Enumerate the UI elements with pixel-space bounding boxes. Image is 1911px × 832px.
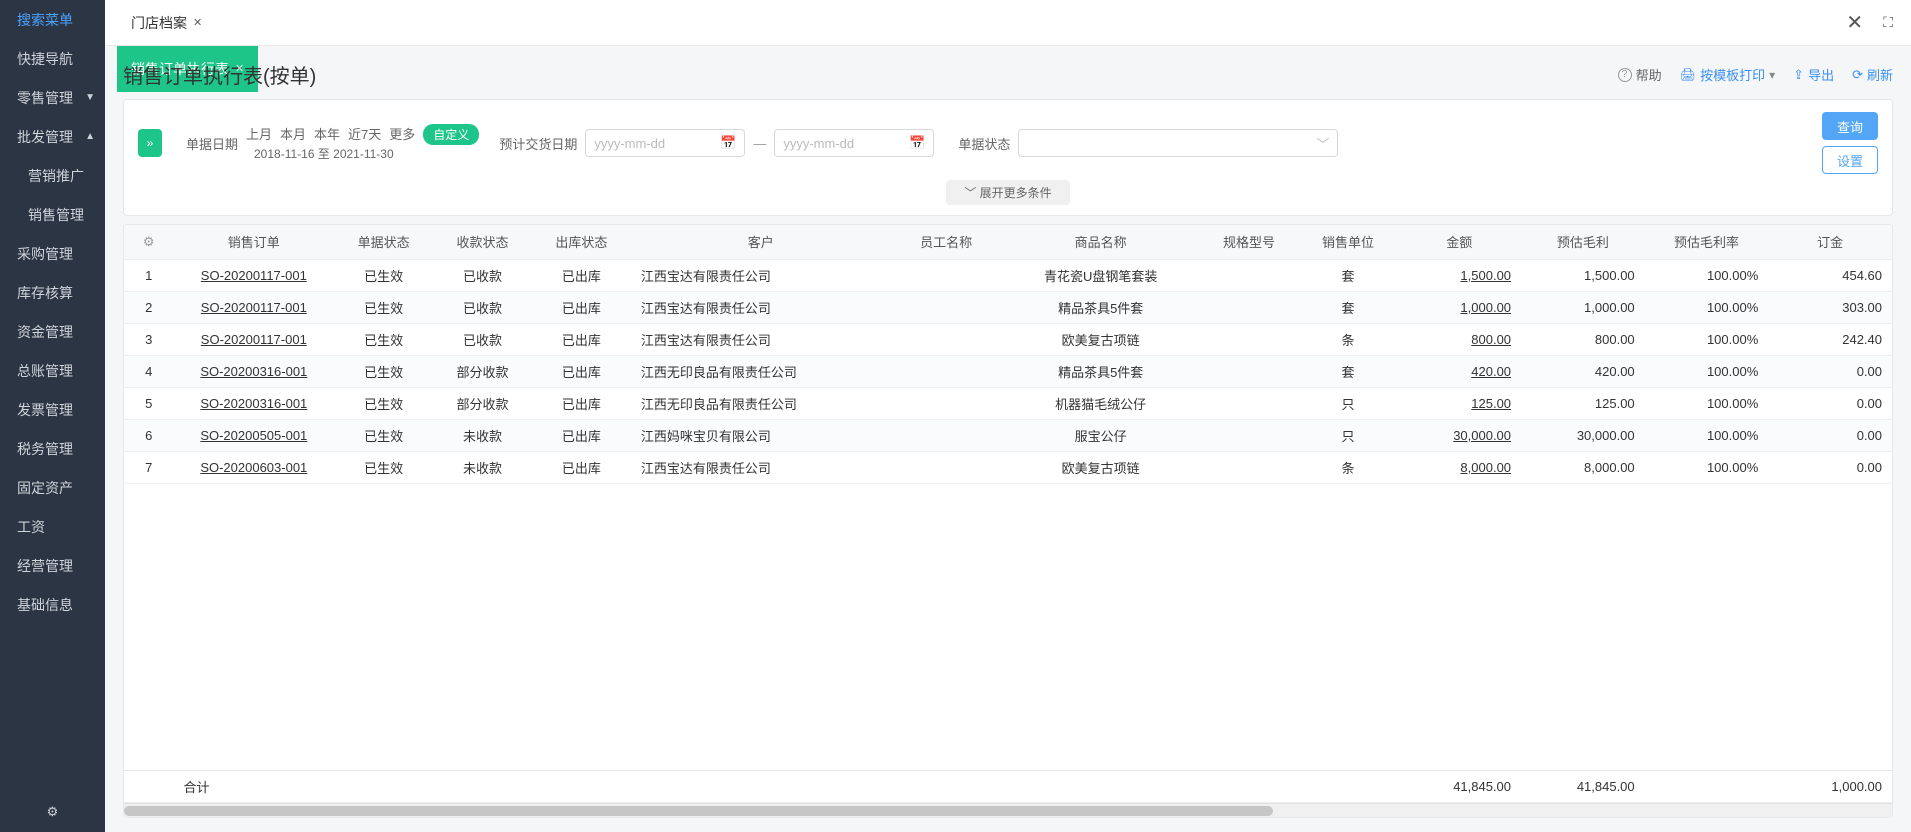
expand-more-conditions[interactable]: ﹀ 展开更多条件: [946, 180, 1069, 205]
sidebar-sub-item[interactable]: 营销推广: [0, 156, 105, 195]
amount-cell[interactable]: 30,000.00: [1397, 419, 1521, 451]
custom-date-badge[interactable]: 自定义: [423, 124, 479, 145]
close-icon[interactable]: ✕: [235, 62, 244, 75]
close-icon[interactable]: ✕: [193, 16, 202, 29]
caret-icon: ▲: [85, 131, 95, 142]
order-link[interactable]: SO-20200117-001: [173, 259, 334, 291]
filter-bar: » 单据日期 上月本月本年近7天更多自定义 2018-11-16 至 2021-…: [123, 99, 1893, 216]
fullscreen-icon[interactable]: ⛶: [1877, 14, 1899, 31]
column-header[interactable]: 销售单位: [1299, 225, 1398, 259]
column-header[interactable]: 销售订单: [173, 225, 334, 259]
date-quick-option[interactable]: 本年: [314, 124, 340, 145]
table-row[interactable]: 4SO-20200316-001已生效部分收款已出库江西无印良品有限责任公司精品…: [124, 355, 1892, 387]
amount-cell[interactable]: 8,000.00: [1397, 451, 1521, 483]
sidebar-item[interactable]: 发票管理: [0, 390, 105, 429]
calendar-icon: 📅: [909, 135, 925, 151]
date-range-text: 2018-11-16 至 2021-11-30: [254, 145, 479, 162]
amount-cell[interactable]: 800.00: [1397, 323, 1521, 355]
status-label: 单据状态: [954, 134, 1010, 153]
status-select[interactable]: ﹀: [1018, 129, 1338, 157]
help-action[interactable]: ?帮助: [1618, 65, 1662, 84]
order-link[interactable]: SO-20200603-001: [173, 451, 334, 483]
expect-date-label: 预计交货日期: [499, 134, 577, 153]
table-row[interactable]: 3SO-20200117-001已生效已收款已出库江西宝达有限责任公司欧美复古项…: [124, 323, 1892, 355]
refresh-action[interactable]: ⟳刷新: [1852, 65, 1893, 84]
sidebar-sub-item[interactable]: 销售管理: [0, 195, 105, 234]
settings-button[interactable]: 设置: [1822, 146, 1878, 174]
table-row[interactable]: 7SO-20200603-001已生效未收款已出库江西宝达有限责任公司欧美复古项…: [124, 451, 1892, 483]
amount-cell[interactable]: 1,000.00: [1397, 291, 1521, 323]
expect-date-to[interactable]: yyyy-mm-dd📅: [774, 129, 934, 157]
sidebar: 搜索菜单 快捷导航零售管理▼批发管理▲营销推广销售管理采购管理库存核算资金管理总…: [0, 0, 105, 832]
column-header[interactable]: ⚙: [124, 225, 173, 259]
sidebar-settings[interactable]: ⚙: [0, 792, 105, 832]
sidebar-item[interactable]: 批发管理▲: [0, 117, 105, 156]
sidebar-item[interactable]: 经营管理: [0, 546, 105, 585]
date-quick-option[interactable]: 本月: [280, 124, 306, 145]
order-link[interactable]: SO-20200316-001: [173, 355, 334, 387]
column-header[interactable]: 收款状态: [433, 225, 532, 259]
sidebar-item[interactable]: 资金管理: [0, 312, 105, 351]
date-quick-option[interactable]: 上月: [246, 124, 272, 145]
amount-cell[interactable]: 420.00: [1397, 355, 1521, 387]
export-action[interactable]: ⇪导出: [1793, 65, 1834, 84]
query-button[interactable]: 查询: [1822, 112, 1878, 140]
close-all-tabs[interactable]: ✕: [1840, 10, 1869, 35]
date-quick-option[interactable]: 近7天: [348, 124, 381, 145]
caret-icon: ▼: [85, 92, 95, 103]
column-header[interactable]: 金额: [1397, 225, 1521, 259]
sidebar-item[interactable]: 基础信息: [0, 585, 105, 624]
collapse-filters[interactable]: »: [138, 129, 162, 157]
print-action[interactable]: 🖨按模板打印▾: [1680, 65, 1776, 84]
column-header[interactable]: 规格型号: [1200, 225, 1299, 259]
order-link[interactable]: SO-20200117-001: [173, 291, 334, 323]
gear-icon: ⚙: [47, 804, 59, 820]
tab[interactable]: 门店档案✕: [117, 0, 258, 46]
order-link[interactable]: SO-20200117-001: [173, 323, 334, 355]
sidebar-item[interactable]: 采购管理: [0, 234, 105, 273]
calendar-icon: 📅: [720, 135, 736, 151]
export-icon: ⇪: [1793, 67, 1804, 83]
page-title: 销售订单执行表(按单): [123, 60, 316, 89]
chevron-down-icon: ﹀: [964, 186, 979, 200]
help-icon: ?: [1618, 68, 1632, 82]
order-link[interactable]: SO-20200505-001: [173, 419, 334, 451]
horizontal-scrollbar[interactable]: [124, 803, 1892, 817]
print-icon: 🖨: [1680, 67, 1697, 83]
gear-icon[interactable]: ⚙: [143, 234, 155, 249]
column-header[interactable]: 商品名称: [1002, 225, 1200, 259]
date-quick-option[interactable]: 更多: [389, 124, 415, 145]
sidebar-item[interactable]: 工资: [0, 507, 105, 546]
table-row[interactable]: 5SO-20200316-001已生效部分收款已出库江西无印良品有限责任公司机器…: [124, 387, 1892, 419]
amount-cell[interactable]: 125.00: [1397, 387, 1521, 419]
data-table: ⚙销售订单单据状态收款状态出库状态客户员工名称商品名称规格型号销售单位金额预估毛…: [123, 224, 1893, 818]
column-header[interactable]: 订金: [1768, 225, 1892, 259]
sidebar-item[interactable]: 固定资产: [0, 468, 105, 507]
column-header[interactable]: 预估毛利率: [1645, 225, 1769, 259]
column-header[interactable]: 单据状态: [334, 225, 433, 259]
sidebar-item[interactable]: 税务管理: [0, 429, 105, 468]
tabbar: 首页门店档案✕销售订单执行表✕ ✕ ⛶: [105, 0, 1911, 46]
sidebar-item[interactable]: 快捷导航: [0, 39, 105, 78]
table-row[interactable]: 1SO-20200117-001已生效已收款已出库江西宝达有限责任公司青花瓷U盘…: [124, 259, 1892, 291]
sidebar-search[interactable]: 搜索菜单: [0, 0, 105, 39]
table-row[interactable]: 6SO-20200505-001已生效未收款已出库江西妈咪宝贝有限公司服宝公仔只…: [124, 419, 1892, 451]
refresh-icon: ⟳: [1852, 67, 1863, 83]
column-header[interactable]: 客户: [631, 225, 891, 259]
amount-cell[interactable]: 1,500.00: [1397, 259, 1521, 291]
expect-date-from[interactable]: yyyy-mm-dd📅: [585, 129, 745, 157]
sidebar-item[interactable]: 零售管理▼: [0, 78, 105, 117]
chevron-down-icon: ﹀: [1316, 134, 1329, 153]
chevron-down-icon: ▾: [1769, 68, 1775, 82]
column-header[interactable]: 预估毛利: [1521, 225, 1645, 259]
sidebar-item[interactable]: 库存核算: [0, 273, 105, 312]
column-header[interactable]: 出库状态: [532, 225, 631, 259]
order-link[interactable]: SO-20200316-001: [173, 387, 334, 419]
column-header[interactable]: 员工名称: [891, 225, 1002, 259]
table-row[interactable]: 2SO-20200117-001已生效已收款已出库江西宝达有限责任公司精品茶具5…: [124, 291, 1892, 323]
date-label: 单据日期: [182, 134, 238, 153]
sidebar-item[interactable]: 总账管理: [0, 351, 105, 390]
